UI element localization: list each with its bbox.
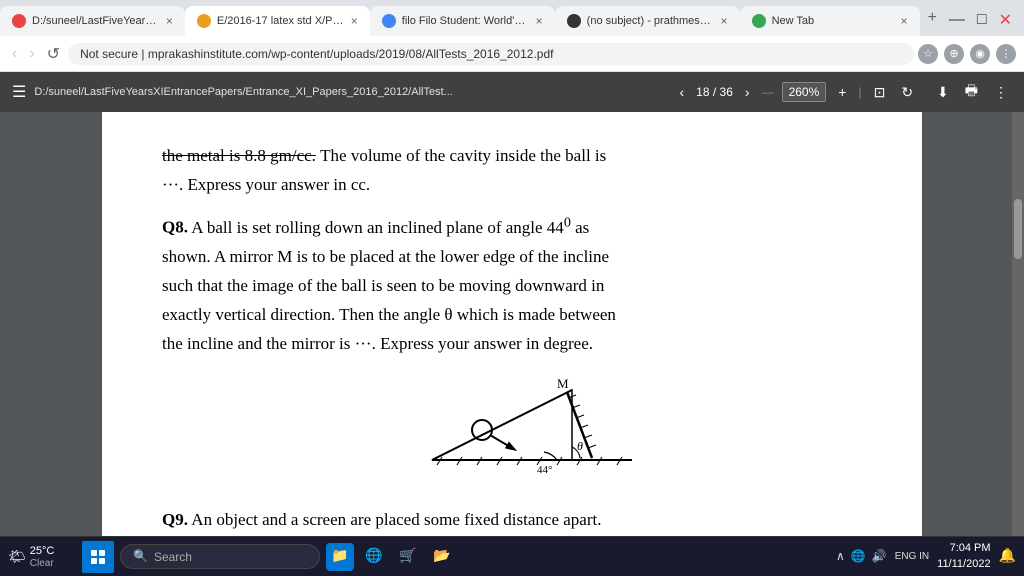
weather-display: 🌤 25°C Clear [8, 545, 68, 569]
forward-button[interactable]: › [25, 41, 38, 67]
extensions-icon[interactable]: ⊕ [944, 44, 964, 64]
download-button[interactable]: ⬇ [933, 82, 953, 103]
cut-text-content: The volume of the cavity inside the ball… [320, 146, 606, 165]
close-button[interactable]: ✕ [995, 8, 1016, 32]
date: 11/11/2022 [937, 557, 990, 572]
taskbar-search[interactable]: 🔍 Search [120, 544, 320, 569]
tab-5[interactable]: New Tab × [740, 6, 920, 36]
separator-2: | [858, 85, 861, 99]
theta-label: θ [577, 439, 583, 453]
network-icon[interactable]: 🌐 [851, 549, 866, 564]
q8-line4: exactly vertical direction. Then the ang… [162, 305, 616, 324]
tab-3-close[interactable]: × [536, 14, 543, 28]
tab-1[interactable]: D:/suneel/LastFiveYearsXIEntran... × [0, 6, 185, 36]
browser-frame: D:/suneel/LastFiveYearsXIEntran... × E/2… [0, 0, 1024, 576]
toolbar-controls: ‹ 18 / 36 › — 260% + | ⊡ ↻ ⬇ 🖶 ⋮ [675, 78, 1012, 106]
angle-label: 44° [537, 464, 552, 476]
weather-info: 25°C Clear [30, 545, 55, 569]
taskbar: 🌤 25°C Clear 🔍 Search [0, 536, 1024, 576]
tab-2-favicon [197, 14, 211, 28]
tab-3-label: filo Filo Student: World's Only Li... [402, 15, 530, 27]
maximize-button[interactable]: □ [973, 9, 991, 31]
bottom-bar: 🌤 25°C Clear 🔍 Search [0, 536, 1024, 576]
q8-line5: the incline and the mirror is ···. Expre… [162, 334, 593, 353]
tab-3-favicon [382, 14, 396, 28]
system-tray: ∧ 🌐 🔊 ENG IN 7:04 PM 11/11/2022 🔔 [836, 541, 1016, 572]
taskbar-app-folder[interactable]: 📂 [428, 543, 456, 571]
profile-icon[interactable]: ◉ [970, 44, 990, 64]
tab-bar: D:/suneel/LastFiveYearsXIEntran... × E/2… [0, 0, 1024, 36]
q8-line2: shown. A mirror M is to be placed at the… [162, 247, 609, 266]
menu-icon[interactable]: ⋮ [996, 44, 1016, 64]
diagram-q8: M θ 44° [162, 370, 862, 490]
incline-diagram: M θ 44° [372, 370, 652, 490]
taskbar-app-store[interactable]: 🛒 [394, 543, 422, 571]
rotate-button[interactable]: ↻ [897, 82, 917, 103]
tab-4-label: (no subject) - prathmeshshravapo [587, 15, 715, 27]
pdf-path: D:/suneel/LastFiveYearsXIEntrancePapers/… [34, 86, 667, 98]
tab-1-favicon [12, 14, 26, 28]
time: 7:04 PM [937, 541, 990, 556]
q8-line3: such that the image of the ball is seen … [162, 276, 604, 295]
back-button[interactable]: ‹ [8, 41, 21, 67]
search-label: Search [154, 550, 192, 564]
cut-text-2: ···. Express your answer in cc. [162, 171, 862, 198]
tab-1-label: D:/suneel/LastFiveYearsXIEntran... [32, 15, 160, 27]
prev-page-button[interactable]: ‹ [675, 82, 688, 102]
zoom-in-button[interactable]: + [834, 82, 850, 102]
notification-icon[interactable]: 🔔 [999, 548, 1016, 565]
tab-3[interactable]: filo Filo Student: World's Only Li... × [370, 6, 555, 36]
tab-2[interactable]: E/2016-17 latex std X/Past pape... × [185, 6, 370, 36]
pdf-page: the metal is 8.8 gm/cc. The volume of th… [102, 112, 922, 536]
start-button[interactable] [82, 541, 114, 573]
nav-icons: ☆ ⊕ ◉ ⋮ [918, 44, 1016, 64]
tab-4-close[interactable]: × [721, 14, 728, 28]
taskbar-app-chrome[interactable]: 🌐 [360, 543, 388, 571]
scrollbar[interactable] [1012, 112, 1024, 536]
chevron-up-icon[interactable]: ∧ [836, 549, 845, 564]
address-bar[interactable] [68, 43, 914, 65]
tab-5-close[interactable]: × [901, 14, 908, 28]
zoom-level: 260% [782, 82, 827, 102]
more-options-button[interactable]: ⋮ [990, 82, 1012, 103]
cut-text-1: the metal is 8.8 gm/cc. The volume of th… [162, 142, 862, 169]
q8-label: Q8. [162, 218, 188, 237]
window-controls: — □ ✕ [945, 8, 1024, 36]
m-label: M [557, 376, 569, 391]
next-page-button[interactable]: › [741, 82, 754, 102]
q9-text: An object and a screen are placed some f… [191, 510, 601, 529]
nav-bar: ‹ › ↺ ☆ ⊕ ◉ ⋮ [0, 36, 1024, 72]
tab-2-close[interactable]: × [351, 14, 358, 28]
tray-icons: ∧ 🌐 🔊 [836, 549, 887, 564]
separator-1: — [762, 85, 774, 99]
q8-text: A ball is set rolling down an inclined p… [191, 218, 589, 237]
language-display: ENG IN [895, 550, 929, 564]
tab-4-favicon [567, 14, 581, 28]
reload-button[interactable]: ↺ [43, 40, 64, 68]
tab-2-label: E/2016-17 latex std X/Past pape... [217, 15, 345, 27]
tab-5-label: New Tab [772, 15, 815, 27]
question-9: Q9. An object and a screen are placed so… [162, 506, 862, 536]
taskbar-app-files[interactable]: 📁 [326, 543, 354, 571]
question-8: Q8. A ball is set rolling down an inclin… [162, 210, 862, 358]
tab-5-favicon [752, 14, 766, 28]
page-number: 18 / 36 [696, 85, 733, 99]
volume-icon[interactable]: 🔊 [872, 549, 887, 564]
time-display: 7:04 PM 11/11/2022 [937, 541, 990, 572]
search-icon: 🔍 [133, 549, 148, 564]
print-button[interactable]: 🖶 [961, 78, 982, 106]
new-tab-button[interactable]: + [920, 5, 945, 31]
content-area: the metal is 8.8 gm/cc. The volume of th… [0, 112, 1024, 536]
fit-page-button[interactable]: ⊡ [870, 82, 890, 103]
tab-1-close[interactable]: × [166, 14, 173, 28]
q9-label: Q9. [162, 510, 188, 529]
hamburger-icon[interactable]: ☰ [12, 82, 26, 102]
taskbar-apps: 📁 🌐 🛒 📂 [326, 543, 456, 571]
tab-4[interactable]: (no subject) - prathmeshshravapo × [555, 6, 740, 36]
weather-icon: 🌤 [8, 548, 26, 565]
scrollbar-thumb[interactable] [1014, 199, 1022, 259]
pdf-toolbar: ☰ D:/suneel/LastFiveYearsXIEntrancePaper… [0, 72, 1024, 112]
minimize-button[interactable]: — [945, 9, 969, 31]
bookmark-icon[interactable]: ☆ [918, 44, 938, 64]
